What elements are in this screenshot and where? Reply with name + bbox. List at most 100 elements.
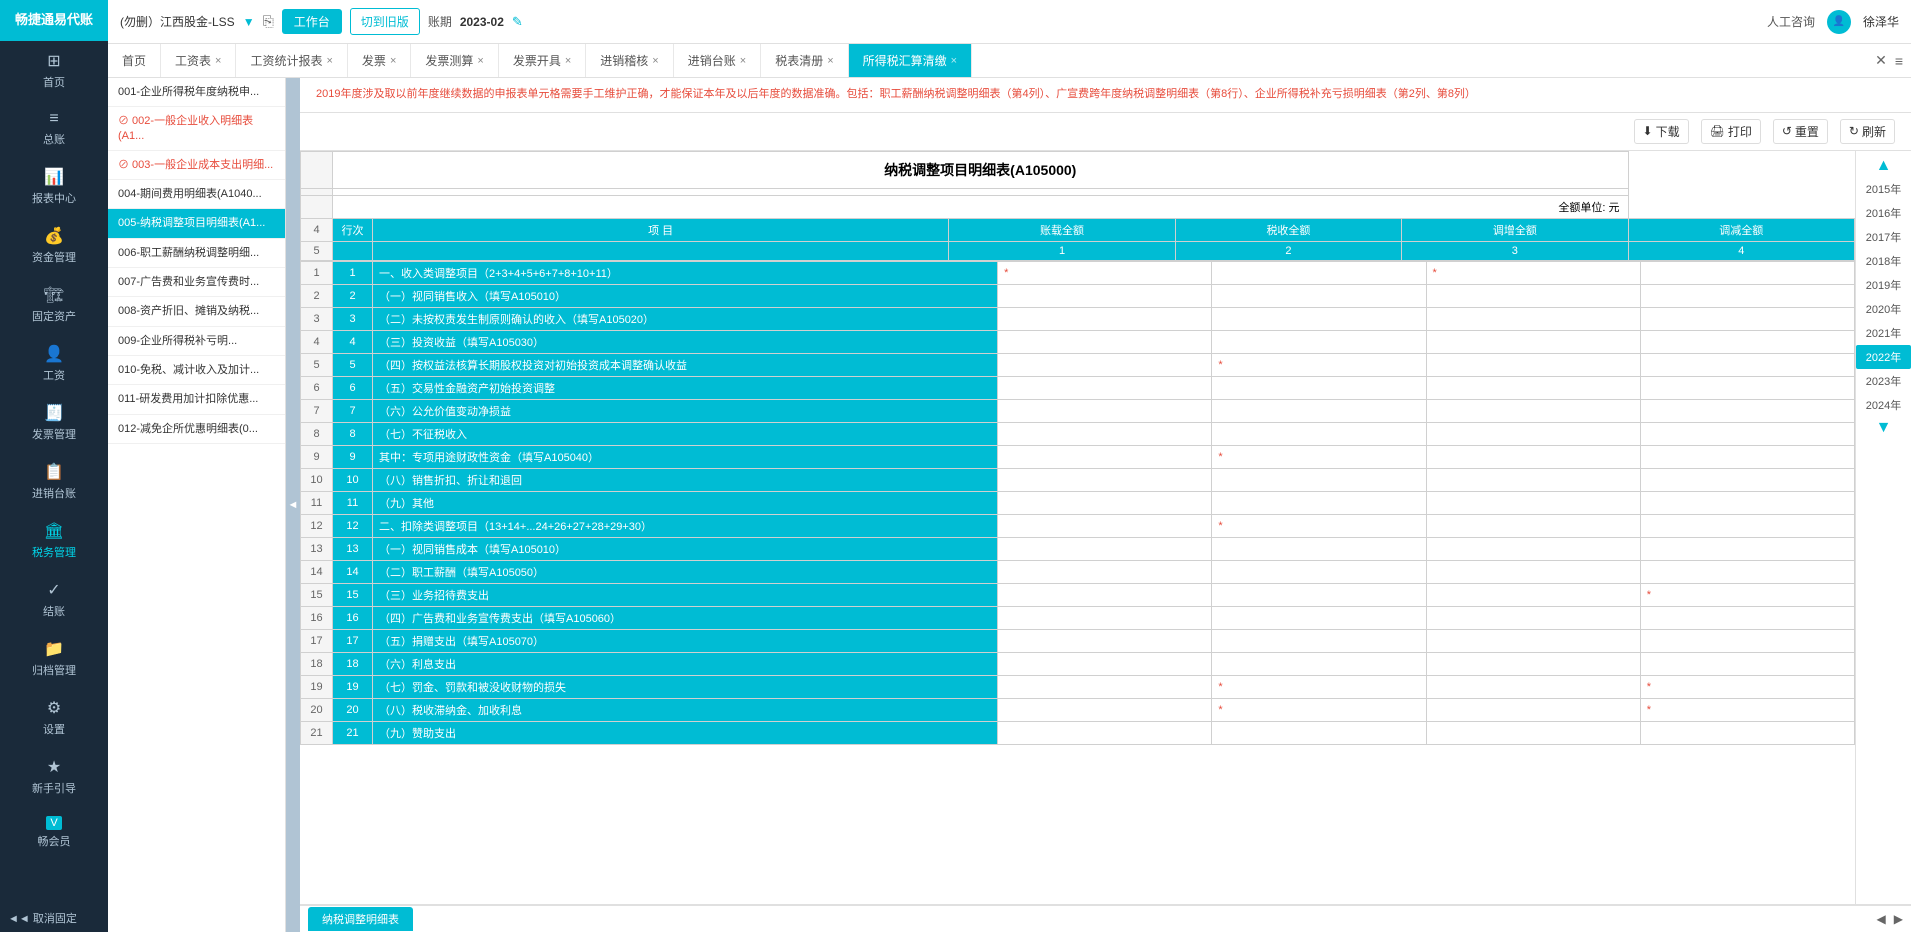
data-cell[interactable] [1212,261,1426,284]
left-panel-item-006[interactable]: 006-职工薪酬纳税调整明细... [108,239,285,268]
data-cell[interactable] [998,468,1212,491]
year-item[interactable]: 2017年 [1856,225,1911,249]
data-cell[interactable] [1426,721,1640,744]
close-icon[interactable]: × [652,55,658,67]
data-cell[interactable] [1640,307,1854,330]
sidebar-item-assets[interactable]: 💰 资金管理 [0,216,108,275]
close-icon[interactable]: × [827,55,833,67]
data-cell[interactable] [1426,307,1640,330]
close-icon[interactable]: × [565,55,571,67]
sidebar-item-settlement[interactable]: ✓ 结账 [0,570,108,629]
refresh-button[interactable]: ↻ 刷新 [1840,119,1895,144]
scroll-left-btn[interactable]: ◀ [1877,912,1886,926]
data-cell[interactable] [1212,307,1426,330]
data-cell[interactable] [1640,629,1854,652]
year-item[interactable]: 2016年 [1856,201,1911,225]
data-cell[interactable] [998,652,1212,675]
data-cell[interactable] [998,330,1212,353]
tabs-menu[interactable]: ≡ [1895,53,1903,69]
data-cell[interactable] [1212,468,1426,491]
data-cell[interactable] [1640,514,1854,537]
data-cell[interactable] [1212,606,1426,629]
support-label[interactable]: 人工咨询 [1767,13,1815,30]
data-cell[interactable] [998,422,1212,445]
left-panel-item-007[interactable]: 007-广告费和业务宣传费时... [108,268,285,297]
left-panel-item-005[interactable]: 005-纳税调整项目明细表(A1... [108,209,285,238]
left-panel-item-011[interactable]: 011-研发费用加计扣除优惠... [108,385,285,414]
data-cell[interactable]: * [1212,514,1426,537]
data-cell[interactable] [1640,445,1854,468]
data-cell[interactable] [998,284,1212,307]
sidebar-item-tax-mgmt[interactable]: 🏛 税务管理 [0,511,108,570]
data-cell[interactable] [1426,284,1640,307]
data-cell[interactable] [1212,721,1426,744]
sidebar-item-member[interactable]: V 畅会员 [0,806,108,859]
data-cell[interactable] [1426,629,1640,652]
data-cell[interactable] [998,560,1212,583]
left-panel-item-009[interactable]: 009-企业所得税补亏明... [108,327,285,356]
data-cell[interactable] [1212,330,1426,353]
data-cell[interactable] [1212,652,1426,675]
tab-input-ledger[interactable]: 进销台账 × [674,44,761,77]
data-cell[interactable] [998,353,1212,376]
year-item[interactable]: 2018年 [1856,249,1911,273]
unpin-button[interactable]: ◄◄ 取消固定 [0,904,108,932]
data-cell[interactable] [1426,491,1640,514]
dropdown-icon[interactable]: ▼ [243,15,255,29]
data-cell[interactable] [1212,376,1426,399]
data-cell[interactable] [1426,353,1640,376]
data-cell[interactable] [1640,376,1854,399]
year-item[interactable]: 2022年 [1856,345,1911,369]
sidebar-item-ledger[interactable]: ≡ 总账 [0,100,108,157]
data-cell[interactable] [1640,353,1854,376]
data-cell[interactable] [1426,330,1640,353]
sidebar-item-input-ledger[interactable]: 📋 进销台账 [0,452,108,511]
data-cell[interactable] [998,583,1212,606]
close-icon[interactable]: × [390,55,396,67]
data-cell[interactable] [1212,583,1426,606]
period-edit-icon[interactable]: ✎ [512,14,523,30]
sheet-tab[interactable]: 纳税调整明细表 [308,907,413,931]
data-cell[interactable] [1640,491,1854,514]
data-cell[interactable]: * [1212,445,1426,468]
data-cell[interactable] [1640,468,1854,491]
sidebar-item-payroll[interactable]: 👤 工资 [0,334,108,393]
tab-payroll-stats[interactable]: 工资统计报表 × [236,44,347,77]
reset-button[interactable]: ↺ 重置 [1773,119,1828,144]
tab-input-tax[interactable]: 进销稽核 × [586,44,673,77]
workspace-button[interactable]: 工作台 [282,9,342,34]
data-cell[interactable] [1640,652,1854,675]
data-cell[interactable] [998,537,1212,560]
data-cell[interactable] [1426,537,1640,560]
data-cell[interactable] [1640,399,1854,422]
left-panel-item-003[interactable]: ⊘ 003-一般企业成本支出明细... [108,151,285,180]
year-item[interactable]: 2023年 [1856,369,1911,393]
sidebar-item-invoice-mgmt[interactable]: 🧾 发票管理 [0,393,108,452]
tab-invoice[interactable]: 发票 × [348,44,411,77]
sidebar-item-settings[interactable]: ⚙ 设置 [0,688,108,747]
data-cell[interactable] [1640,537,1854,560]
close-icon[interactable]: × [477,55,483,67]
data-cell[interactable] [1426,445,1640,468]
data-cell[interactable] [998,698,1212,721]
tab-tax-clear[interactable]: 税表清册 × [761,44,848,77]
collapse-button[interactable]: ◄ [286,78,300,932]
left-panel-item-012[interactable]: 012-减免企所优惠明细表(0... [108,415,285,444]
left-panel-item-002[interactable]: ⊘ 002-一般企业收入明细表(A1... [108,107,285,151]
data-cell[interactable]: * [1640,675,1854,698]
data-cell[interactable] [1426,560,1640,583]
tab-invoice-open[interactable]: 发票开具 × [499,44,586,77]
close-icon[interactable]: × [326,55,332,67]
copy-icon[interactable]: ⎘ [263,13,274,30]
download-button[interactable]: ⬇ 下载 [1634,119,1689,144]
data-cell[interactable] [1640,606,1854,629]
tab-home[interactable]: 首页 [108,44,161,77]
data-cell[interactable] [1212,629,1426,652]
data-cell[interactable] [1426,675,1640,698]
data-cell[interactable] [998,721,1212,744]
sidebar-item-fixed-assets[interactable]: 🏗 固定资产 [0,275,108,334]
data-cell[interactable] [998,399,1212,422]
left-panel-item-004[interactable]: 004-期间费用明细表(A1040... [108,180,285,209]
data-cell[interactable] [1212,560,1426,583]
year-item[interactable]: 2020年 [1856,297,1911,321]
